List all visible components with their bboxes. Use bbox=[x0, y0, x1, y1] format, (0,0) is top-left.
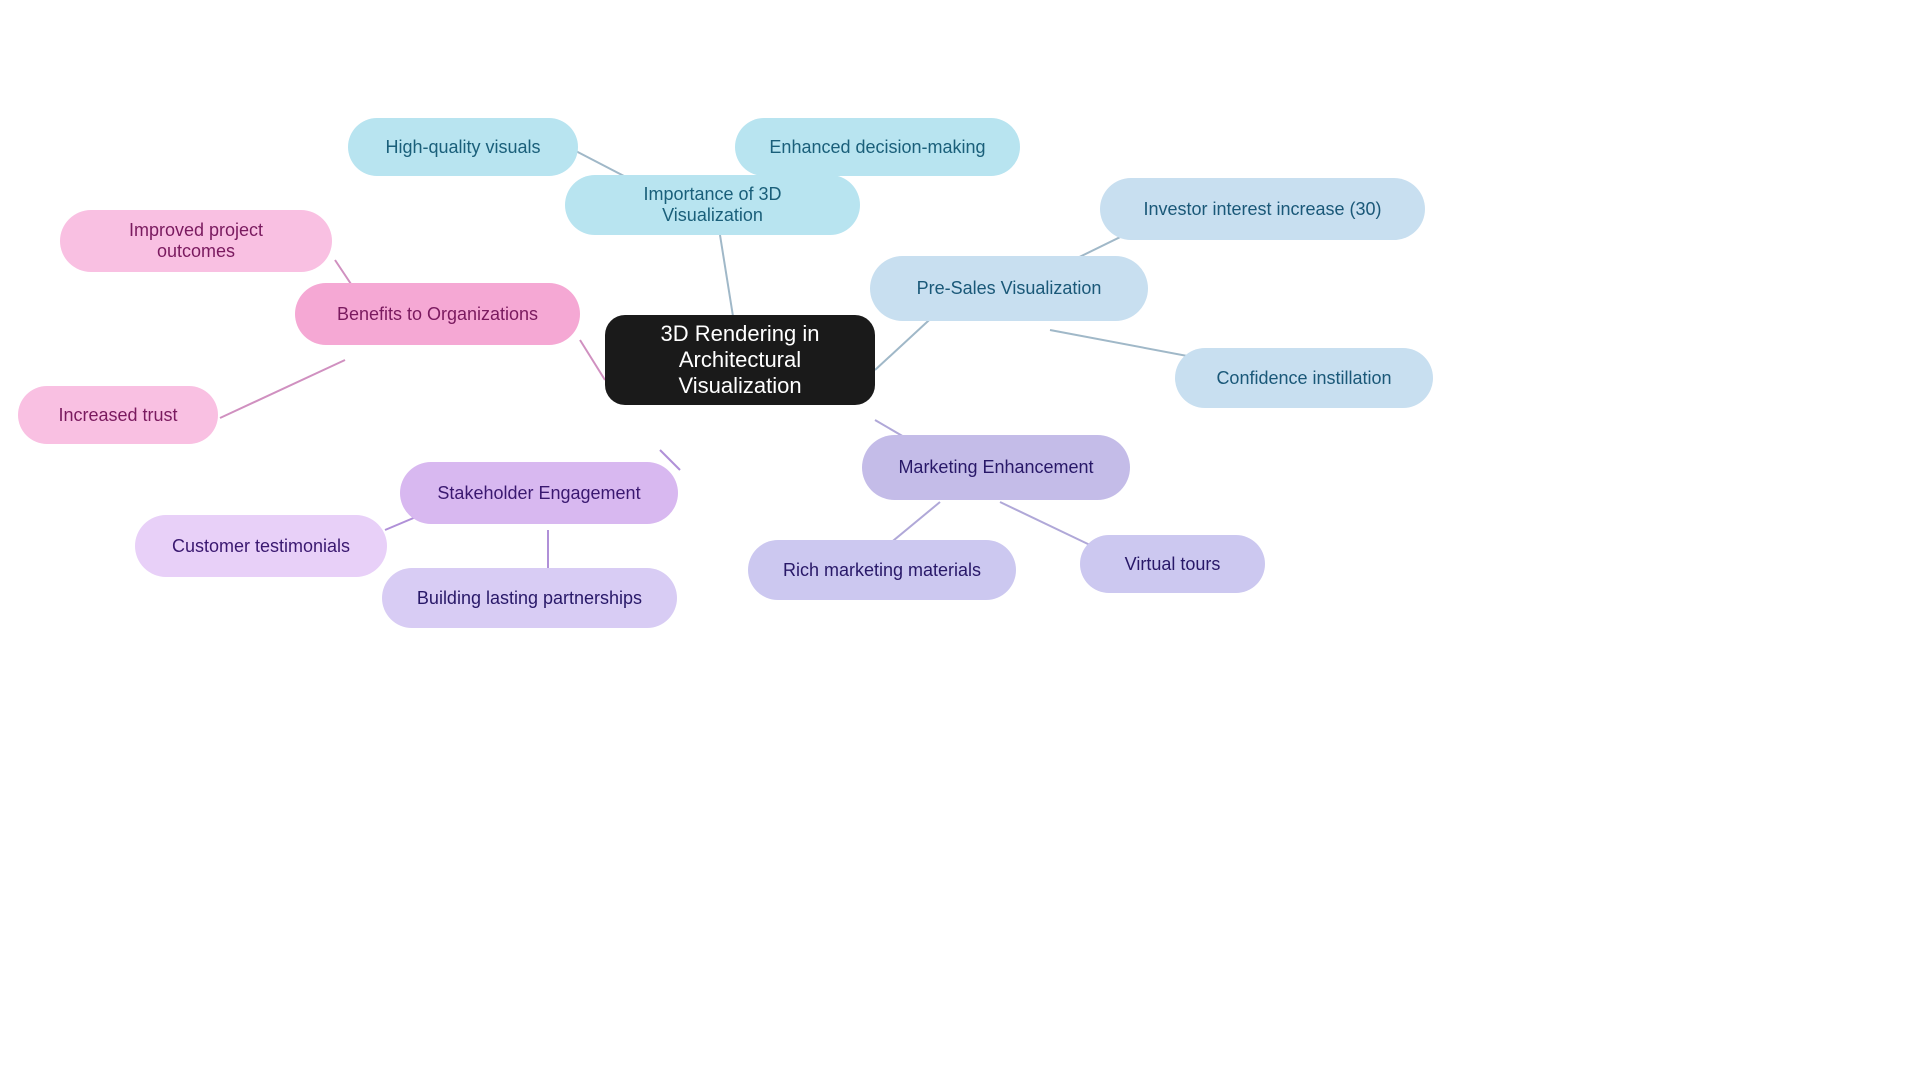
virtual-tours-node: Virtual tours bbox=[1080, 535, 1265, 593]
improved-label: Improved project outcomes bbox=[88, 220, 304, 262]
increased-trust-node: Increased trust bbox=[18, 386, 218, 444]
stakeholder-label: Stakeholder Engagement bbox=[437, 483, 640, 504]
building-node: Building lasting partnerships bbox=[382, 568, 677, 628]
building-label: Building lasting partnerships bbox=[417, 588, 642, 609]
improved-node: Improved project outcomes bbox=[60, 210, 332, 272]
customer-label: Customer testimonials bbox=[172, 536, 350, 557]
pre-sales-node: Pre-Sales Visualization bbox=[870, 256, 1148, 321]
virtual-tours-label: Virtual tours bbox=[1125, 554, 1221, 575]
enhanced-decision-label: Enhanced decision-making bbox=[769, 137, 985, 158]
high-quality-node: High-quality visuals bbox=[348, 118, 578, 176]
customer-node: Customer testimonials bbox=[135, 515, 387, 577]
increased-trust-label: Increased trust bbox=[58, 405, 177, 426]
investor-label: Investor interest increase (30) bbox=[1143, 199, 1381, 220]
marketing-node: Marketing Enhancement bbox=[862, 435, 1130, 500]
benefits-label: Benefits to Organizations bbox=[337, 304, 538, 325]
high-quality-label: High-quality visuals bbox=[385, 137, 540, 158]
importance-node: Importance of 3D Visualization bbox=[565, 175, 860, 235]
importance-label: Importance of 3D Visualization bbox=[593, 184, 832, 226]
benefits-node: Benefits to Organizations bbox=[295, 283, 580, 345]
stakeholder-node: Stakeholder Engagement bbox=[400, 462, 678, 524]
center-node: 3D Rendering in Architectural Visualizat… bbox=[605, 315, 875, 405]
confidence-label: Confidence instillation bbox=[1216, 368, 1391, 389]
rich-marketing-label: Rich marketing materials bbox=[783, 560, 981, 581]
investor-node: Investor interest increase (30) bbox=[1100, 178, 1425, 240]
marketing-label: Marketing Enhancement bbox=[898, 457, 1093, 478]
pre-sales-label: Pre-Sales Visualization bbox=[917, 278, 1102, 299]
center-label: 3D Rendering in Architectural Visualizat… bbox=[633, 321, 847, 399]
enhanced-decision-node: Enhanced decision-making bbox=[735, 118, 1020, 176]
confidence-node: Confidence instillation bbox=[1175, 348, 1433, 408]
rich-marketing-node: Rich marketing materials bbox=[748, 540, 1016, 600]
